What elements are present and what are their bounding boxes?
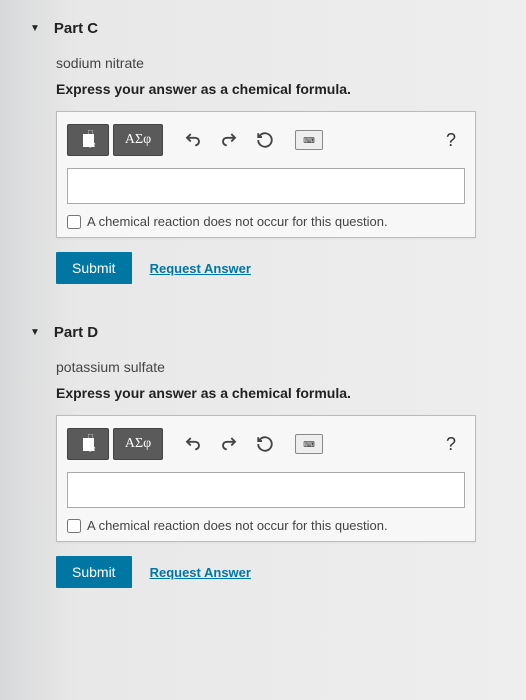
formula-input[interactable]: [67, 472, 465, 508]
greek-symbols-button[interactable]: ΑΣφ: [113, 428, 163, 460]
part-c-section: ▼ Part C sodium nitrate Express your ans…: [30, 20, 506, 284]
formula-toolbar: □ ⇌ ΑΣφ ⌨ ?: [67, 124, 465, 156]
instruction-text: Express your answer as a chemical formul…: [56, 81, 506, 97]
part-body: sodium nitrate Express your answer as a …: [30, 55, 506, 284]
submit-button[interactable]: Submit: [56, 252, 132, 284]
answer-box: □ ⇌ ΑΣφ ⌨ ? A: [56, 111, 476, 238]
no-reaction-checkbox[interactable]: [67, 519, 81, 533]
answer-box: □ ⇌ ΑΣφ ⌨ ? A: [56, 415, 476, 542]
compound-name: sodium nitrate: [56, 55, 506, 71]
greek-symbols-button[interactable]: ΑΣφ: [113, 124, 163, 156]
request-answer-link[interactable]: Request Answer: [150, 261, 251, 276]
instruction-text: Express your answer as a chemical formul…: [56, 385, 506, 401]
reset-icon[interactable]: [249, 124, 281, 156]
redo-icon[interactable]: [213, 428, 245, 460]
part-body: potassium sulfate Express your answer as…: [30, 359, 506, 588]
undo-icon[interactable]: [177, 428, 209, 460]
redo-icon[interactable]: [213, 124, 245, 156]
formula-toolbar: □ ⇌ ΑΣφ ⌨ ?: [67, 428, 465, 460]
part-header: ▼ Part C: [30, 20, 506, 37]
part-d-section: ▼ Part D potassium sulfate Express your …: [30, 324, 506, 588]
keyboard-icon[interactable]: ⌨: [295, 130, 323, 150]
request-answer-link[interactable]: Request Answer: [150, 565, 251, 580]
part-title: Part C: [54, 20, 98, 37]
compound-name: potassium sulfate: [56, 359, 506, 375]
no-reaction-row[interactable]: A chemical reaction does not occur for t…: [67, 214, 465, 229]
template-button[interactable]: □ ⇌: [67, 124, 109, 156]
part-header: ▼ Part D: [30, 324, 506, 341]
collapse-caret-icon[interactable]: ▼: [30, 23, 40, 34]
help-button[interactable]: ?: [437, 130, 465, 151]
collapse-caret-icon[interactable]: ▼: [30, 327, 40, 338]
keyboard-icon[interactable]: ⌨: [295, 434, 323, 454]
button-row: Submit Request Answer: [56, 252, 506, 284]
template-button[interactable]: □ ⇌: [67, 428, 109, 460]
reset-icon[interactable]: [249, 428, 281, 460]
formula-input[interactable]: [67, 168, 465, 204]
no-reaction-row[interactable]: A chemical reaction does not occur for t…: [67, 518, 465, 533]
button-row: Submit Request Answer: [56, 556, 506, 588]
no-reaction-checkbox[interactable]: [67, 215, 81, 229]
no-reaction-label: A chemical reaction does not occur for t…: [87, 214, 388, 229]
help-button[interactable]: ?: [437, 434, 465, 455]
no-reaction-label: A chemical reaction does not occur for t…: [87, 518, 388, 533]
undo-icon[interactable]: [177, 124, 209, 156]
submit-button[interactable]: Submit: [56, 556, 132, 588]
part-title: Part D: [54, 324, 98, 341]
